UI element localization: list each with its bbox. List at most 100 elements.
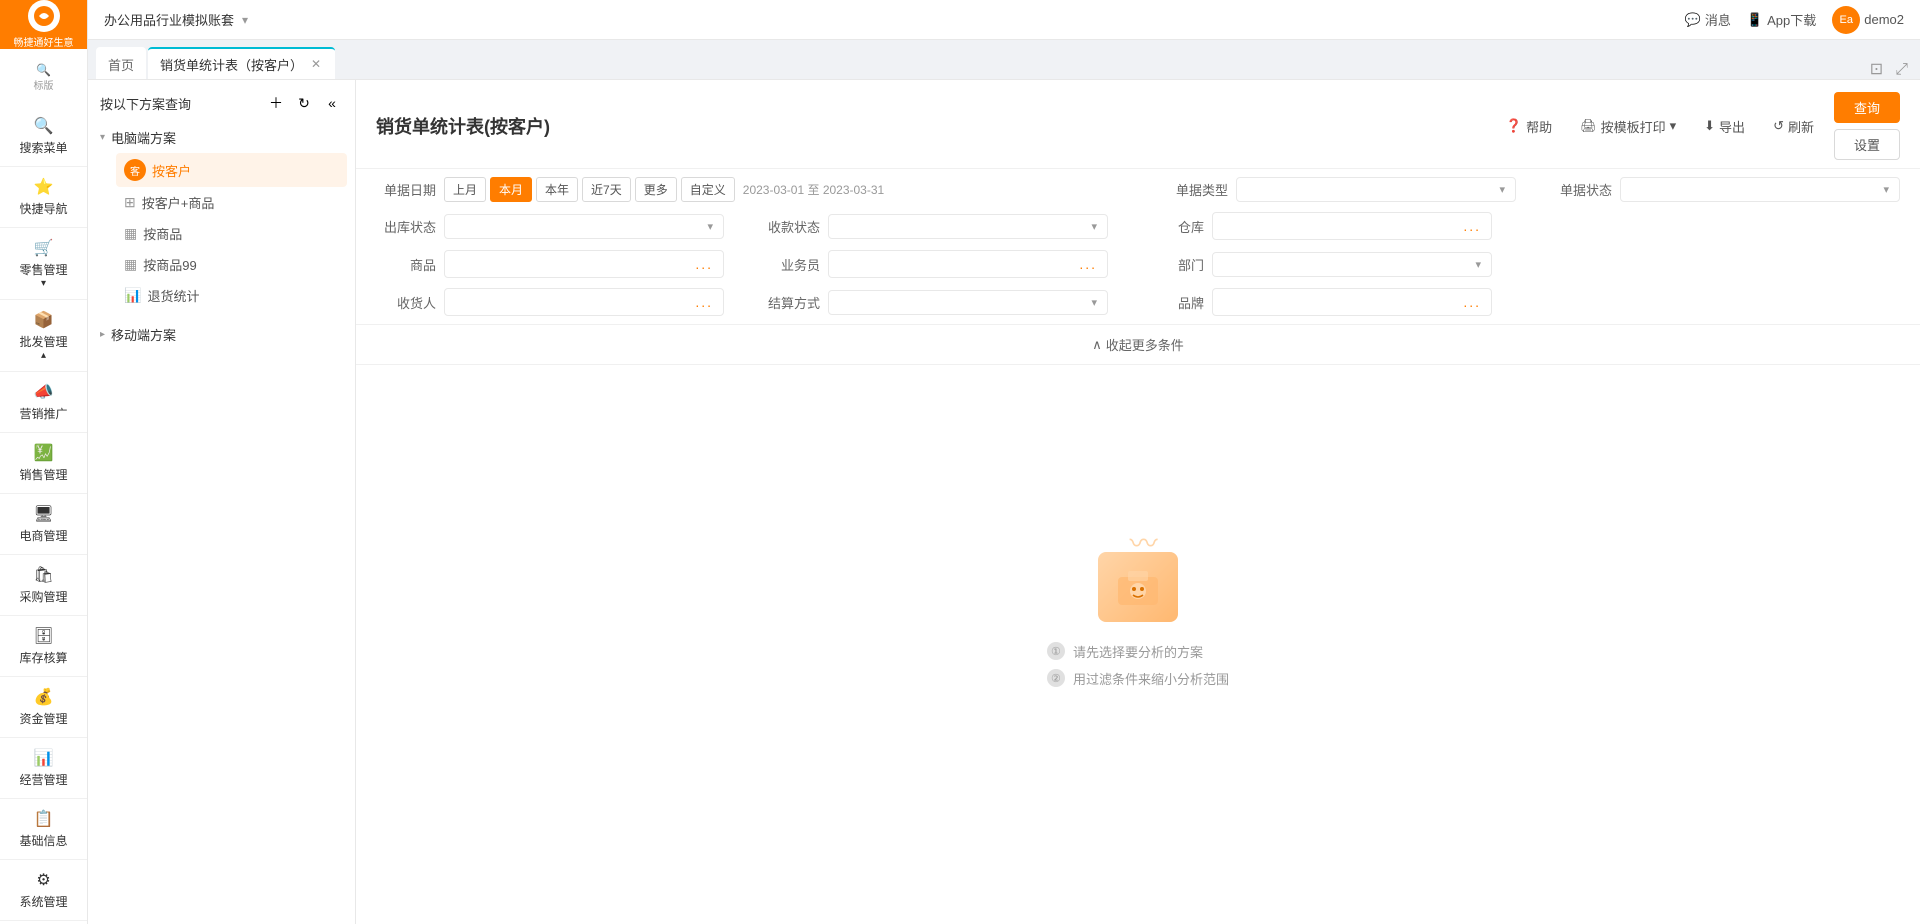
receive-status-input[interactable]: ▾ [828, 214, 1108, 239]
template-print-btn[interactable]: 🖨 按模板打印 ▾ [1572, 113, 1684, 140]
warehouse-label: 仓库 [1144, 217, 1204, 236]
scheme-tree: ▾ 电脑端方案 客 按客户 ⊞ 按客户+商品 ▦ 按商品 [88, 122, 355, 350]
empty-hint-2: ② 用过滤条件来缩小分析范围 [1047, 669, 1229, 688]
tab-close-btn[interactable]: ✕ [309, 56, 323, 72]
sidebar-logo[interactable]: 畅捷通好生意 [0, 0, 88, 49]
retail-icon: 🛒 [34, 238, 54, 258]
sidebar-item-wholesale[interactable]: 📦 批发管理 ▴ [0, 300, 87, 372]
date-btn-more[interactable]: 更多 [635, 177, 677, 202]
filter-area: 单据日期 上月 本月 本年 近7天 更多 自定义 2023-03-01 至 20… [356, 169, 1920, 325]
settings-btn[interactable]: 设置 [1834, 129, 1900, 160]
collapse-more-btn[interactable]: ∧ 收起更多条件 [1080, 331, 1196, 358]
tree-child-goods[interactable]: ▦ 按商品 [116, 218, 347, 249]
goods99-icon: ▦ [124, 256, 137, 273]
goods-label: 商品 [376, 255, 436, 274]
refresh-scheme-btn[interactable]: ↻ [293, 92, 315, 114]
sidebar-label-basic: 基础信息 [19, 832, 67, 849]
add-scheme-btn[interactable]: ＋ [265, 92, 287, 114]
tree-child-customer-goods[interactable]: ⊞ 按客户+商品 [116, 187, 347, 218]
topbar-app-download-btn[interactable]: 📱 App下载 [1747, 10, 1816, 29]
tree-child-customer[interactable]: 客 按客户 [116, 153, 347, 187]
sidebar: 畅捷通好生意 🔍 标版 🔍 搜索菜单 ⭐ 快捷导航 🛒 零售管理 ▾ 📦 批发管… [0, 0, 88, 924]
refresh-scheme-icon: ↻ [298, 95, 310, 112]
receiver-input[interactable]: ... [444, 288, 724, 316]
sidebar-search-item[interactable]: 🔍 标版 [0, 57, 87, 98]
out-status-label: 出库状态 [376, 217, 436, 236]
topbar-message-btn[interactable]: 💬 消息 [1685, 10, 1731, 29]
settlement-input[interactable]: ▾ [828, 290, 1108, 315]
return-stats-icon: 📊 [124, 287, 141, 304]
sidebar-item-marketing[interactable]: 📣 营销推广 [0, 372, 87, 433]
tabbar: 首页 销货单统计表（按客户） ✕ ⊡ ⤢ [88, 40, 1920, 80]
tree-parent-desktop[interactable]: ▾ 电脑端方案 [96, 122, 347, 153]
goods-input[interactable]: ... [444, 250, 724, 278]
order-status-input[interactable]: ▾ [1620, 177, 1900, 202]
tree-mobile-expand-icon: ▸ [100, 329, 105, 340]
settlement-label: 结算方式 [760, 293, 820, 312]
query-btn[interactable]: 查询 [1834, 92, 1900, 123]
tree-child-goods99[interactable]: ▦ 按商品99 [116, 249, 347, 280]
empty-box-icon [1098, 552, 1178, 622]
refresh-btn[interactable]: ↺ 刷新 [1765, 113, 1822, 140]
topbar-arrow-icon: ▾ [242, 13, 248, 27]
help-btn[interactable]: ❓ 帮助 [1498, 113, 1560, 140]
date-btn-last-month[interactable]: 上月 [444, 177, 486, 202]
tree-child-return-stats[interactable]: 📊 退货统计 [116, 280, 347, 311]
date-btn-custom[interactable]: 自定义 [681, 177, 735, 202]
sidebar-item-operation[interactable]: 📊 经营管理 [0, 738, 87, 799]
sidebar-item-ecommerce[interactable]: 🖥 电商管理 [0, 494, 87, 555]
hint-num-1: ① [1047, 642, 1065, 660]
receiver-dots-icon: ... [695, 294, 713, 310]
sidebar-item-sales[interactable]: 💹 销售管理 [0, 433, 87, 494]
out-status-dropdown-icon: ▾ [707, 220, 713, 233]
tab-maximize-btn[interactable]: ⤢ [1891, 61, 1912, 79]
sidebar-label-finance: 资金管理 [19, 710, 67, 727]
left-panel-actions: ＋ ↻ « [265, 92, 343, 114]
sidebar-label-search: 搜索菜单 [19, 139, 67, 156]
tree-children-desktop: 客 按客户 ⊞ 按客户+商品 ▦ 按商品 ▦ 按商品99 [96, 153, 347, 311]
hint-text-1: 请先选择要分析的方案 [1073, 642, 1203, 661]
topbar: 办公用品行业模拟账套 ▾ 💬 消息 📱 App下载 Ea demo2 [88, 0, 1920, 40]
goods-dots-icon: ... [695, 256, 713, 272]
out-status-input[interactable]: ▾ [444, 214, 724, 239]
tree-parent-label-mobile: 移动端方案 [111, 325, 176, 344]
date-btn-7days[interactable]: 近7天 [582, 177, 631, 202]
collapse-up-icon: ∧ [1092, 337, 1102, 353]
date-btn-this-month[interactable]: 本月 [490, 177, 532, 202]
sidebar-item-retail[interactable]: 🛒 零售管理 ▾ [0, 228, 87, 300]
employee-dots-icon: ... [1079, 256, 1097, 272]
brand-input[interactable]: ... [1212, 288, 1492, 316]
export-label: 导出 [1719, 117, 1745, 136]
refresh-icon: ↺ [1773, 118, 1784, 134]
page-header: 销货单统计表(按客户) ❓ 帮助 🖨 按模板打印 ▾ ⬇ 导出 [356, 80, 1920, 168]
tab-sales-stats[interactable]: 销货单统计表（按客户） ✕ [148, 47, 335, 79]
date-label: 单据日期 [376, 180, 436, 199]
filter-row-2: 出库状态 ▾ 收款状态 ▾ 仓库 ... [376, 212, 1900, 240]
topbar-message-label: 消息 [1705, 10, 1731, 29]
sidebar-item-inventory[interactable]: 🗄 库存核算 [0, 616, 87, 677]
export-icon: ⬇ [1704, 118, 1715, 134]
marketing-icon: 📣 [34, 382, 54, 402]
collapse-panel-btn[interactable]: « [321, 92, 343, 114]
order-type-input[interactable]: ▾ [1236, 177, 1516, 202]
employee-input[interactable]: ... [828, 250, 1108, 278]
sidebar-item-system[interactable]: ⚙ 系统管理 [0, 860, 87, 921]
sidebar-item-quick-nav[interactable]: ⭐ 快捷导航 [0, 167, 87, 228]
topbar-user-btn[interactable]: Ea demo2 [1832, 6, 1904, 34]
date-btn-this-year[interactable]: 本年 [536, 177, 578, 202]
tab-home[interactable]: 首页 [96, 47, 146, 79]
export-btn[interactable]: ⬇ 导出 [1696, 113, 1753, 140]
collapse-bar: ∧ 收起更多条件 [356, 325, 1920, 365]
sidebar-item-purchase[interactable]: 🛍 采购管理 [0, 555, 87, 616]
finance-icon: 💰 [34, 687, 54, 707]
dept-input[interactable]: ▾ [1212, 252, 1492, 277]
tree-parent-mobile[interactable]: ▸ 移动端方案 [96, 319, 347, 350]
sidebar-item-basic[interactable]: 📋 基础信息 [0, 799, 87, 860]
tab-restore-btn[interactable]: ⊡ [1862, 59, 1891, 79]
sidebar-item-finance[interactable]: 💰 资金管理 [0, 677, 87, 738]
left-panel: 按以下方案查询 ＋ ↻ « ▾ 电脑端方案 [88, 80, 356, 924]
warehouse-input[interactable]: ... [1212, 212, 1492, 240]
brand-dots-icon: ... [1463, 294, 1481, 310]
sidebar-item-search-menu[interactable]: 🔍 搜索菜单 [0, 106, 87, 167]
topbar-username: demo2 [1864, 12, 1904, 27]
